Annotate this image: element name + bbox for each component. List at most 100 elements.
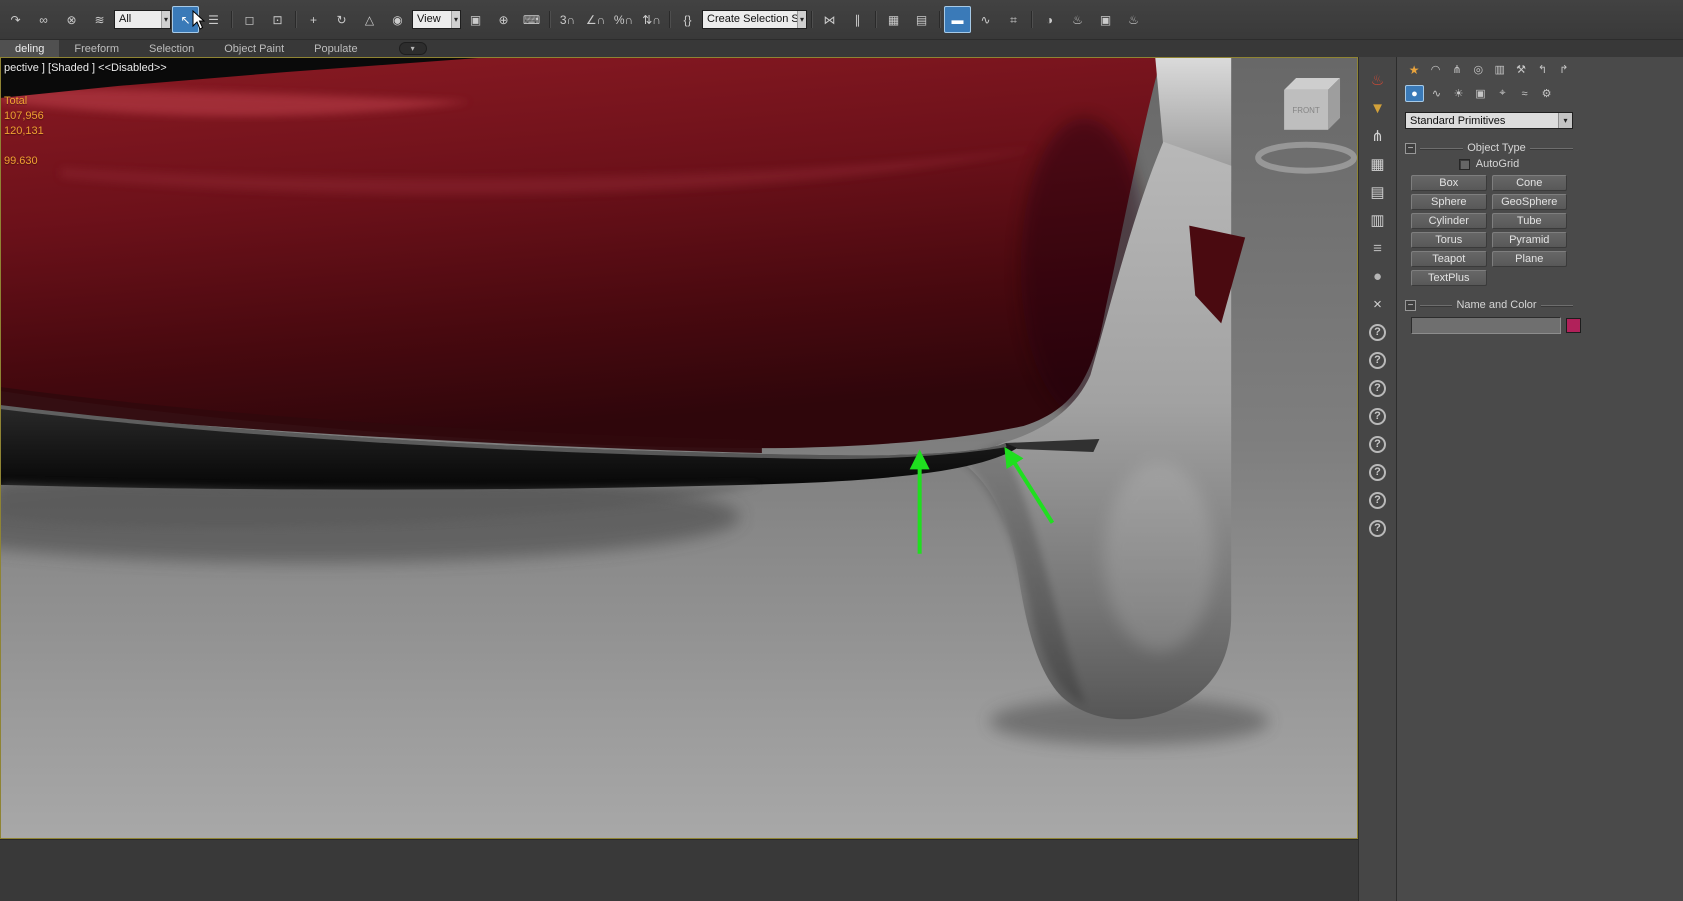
toolbar-item[interactable] bbox=[936, 6, 943, 33]
dock-stack-icon[interactable]: ≡ bbox=[1364, 235, 1392, 261]
dock-layers-icon[interactable]: ▤ bbox=[1364, 179, 1392, 205]
align-icon[interactable]: ∥ bbox=[844, 6, 871, 33]
tab-modeling[interactable]: deling bbox=[0, 40, 60, 57]
unlink-selection-icon[interactable]: ⊗ bbox=[58, 6, 85, 33]
select-and-link-icon[interactable]: ∞ bbox=[30, 6, 57, 33]
keyboard-override-toggle-icon[interactable]: ⌨ bbox=[518, 6, 545, 33]
rollout-object-type[interactable]: − Object Type bbox=[1405, 142, 1573, 154]
selection-region-icon[interactable]: ◻ bbox=[236, 6, 263, 33]
scene-explorer-icon[interactable]: ▦ bbox=[880, 6, 907, 33]
sphere-button[interactable]: Sphere bbox=[1411, 194, 1487, 210]
plane-button[interactable]: Plane bbox=[1491, 251, 1567, 267]
systems-category-icon[interactable]: ⚙ bbox=[1537, 85, 1556, 102]
cone-button[interactable]: Cone bbox=[1491, 175, 1567, 191]
object-name-input[interactable] bbox=[1411, 317, 1561, 334]
dock-help-icon[interactable]: ? bbox=[1364, 431, 1392, 457]
render-production-icon[interactable]: ♨ bbox=[1120, 6, 1147, 33]
helpers-category-icon[interactable]: ⌖ bbox=[1493, 85, 1512, 102]
box-button[interactable]: Box bbox=[1411, 175, 1487, 191]
panel-next-icon[interactable]: ↱ bbox=[1555, 61, 1573, 78]
layer-explorer-icon[interactable]: ▤ bbox=[908, 6, 935, 33]
primitives-dropdown[interactable]: Standard Primitives ▾ bbox=[1405, 112, 1573, 129]
dock-render-icon[interactable]: ♨ bbox=[1364, 67, 1392, 93]
toolbar-item[interactable] bbox=[808, 6, 815, 33]
utilities-tab-icon[interactable]: ⚒ bbox=[1512, 61, 1530, 78]
dock-close-icon[interactable]: × bbox=[1364, 291, 1392, 317]
dock-help-icon[interactable]: ? bbox=[1364, 459, 1392, 485]
select-and-place-icon[interactable]: ◉ bbox=[384, 6, 411, 33]
dock-checker-icon[interactable]: ▦ bbox=[1364, 151, 1392, 177]
modify-tab-icon[interactable]: ◠ bbox=[1426, 61, 1444, 78]
cameras-category-icon[interactable]: ▣ bbox=[1471, 85, 1490, 102]
selection-filter-combo[interactable]: All ▾ bbox=[114, 6, 172, 33]
snaps-toggle-icon[interactable]: 3∩ bbox=[554, 6, 581, 33]
teapot-button[interactable]: Teapot bbox=[1411, 251, 1487, 267]
ribbon-minimize-button[interactable]: ▾ bbox=[398, 42, 427, 55]
toolbar-item[interactable] bbox=[292, 6, 299, 33]
hierarchy-tab-icon[interactable]: ⋔ bbox=[1448, 61, 1466, 78]
dock-help-icon[interactable]: ? bbox=[1364, 375, 1392, 401]
lights-category-icon[interactable]: ☀ bbox=[1449, 85, 1468, 102]
use-pivot-center-icon[interactable]: ▣ bbox=[462, 6, 489, 33]
create-tab-icon[interactable]: ★ bbox=[1405, 61, 1423, 78]
toolbar-item[interactable] bbox=[546, 6, 553, 33]
schematic-view-icon[interactable]: ⌗ bbox=[1000, 6, 1027, 33]
dock-help-icon[interactable]: ? bbox=[1364, 403, 1392, 429]
display-tab-icon[interactable]: ▥ bbox=[1491, 61, 1509, 78]
dock-help-icon[interactable]: ? bbox=[1364, 319, 1392, 345]
viewport-3d-scene[interactable]: FRONT bbox=[1, 58, 1357, 838]
textplus-button[interactable]: TextPlus bbox=[1411, 270, 1487, 286]
material-editor-icon[interactable]: ◑ bbox=[1036, 6, 1063, 33]
dock-help-icon[interactable]: ? bbox=[1364, 487, 1392, 513]
angle-snap-icon[interactable]: ∠∩ bbox=[582, 6, 609, 33]
select-and-move-icon[interactable]: + bbox=[300, 6, 327, 33]
dock-slate-icon[interactable]: ▥ bbox=[1364, 207, 1392, 233]
edit-named-selection-sets-icon[interactable]: {} bbox=[674, 6, 701, 33]
rendered-frame-window-icon[interactable]: ▣ bbox=[1092, 6, 1119, 33]
select-object-button[interactable]: ↖ bbox=[172, 6, 200, 33]
tube-button[interactable]: Tube bbox=[1491, 213, 1567, 229]
mirror-icon[interactable]: ⋈ bbox=[816, 6, 843, 33]
tab-object-paint[interactable]: Object Paint bbox=[209, 40, 299, 57]
toolbar-item[interactable] bbox=[666, 6, 673, 33]
dock-sphere-icon[interactable]: ● bbox=[1364, 263, 1392, 289]
geosphere-button[interactable]: GeoSphere bbox=[1491, 194, 1567, 210]
spinner-snap-icon[interactable]: ⇅∩ bbox=[638, 6, 665, 33]
toolbar-item[interactable] bbox=[872, 6, 879, 33]
select-and-manipulate-icon[interactable]: ⊕ bbox=[490, 6, 517, 33]
toolbar-item[interactable] bbox=[1028, 6, 1035, 33]
dock-bucket-icon[interactable]: ▼ bbox=[1364, 95, 1392, 121]
redo-icon[interactable]: ↷ bbox=[2, 6, 29, 33]
collapse-icon[interactable]: − bbox=[1405, 299, 1416, 311]
pyramid-button[interactable]: Pyramid bbox=[1491, 232, 1567, 248]
dock-graph-icon[interactable]: ⋔ bbox=[1364, 123, 1392, 149]
torus-button[interactable]: Torus bbox=[1411, 232, 1487, 248]
perspective-viewport[interactable]: FRONT pective ] [Shaded ] <<Disabled>> T… bbox=[0, 57, 1358, 839]
named-selection-sets-combo[interactable]: Create Selection Se ▾ bbox=[702, 6, 808, 33]
rollout-name-and-color[interactable]: − Name and Color bbox=[1405, 299, 1573, 311]
viewport-label[interactable]: pective ] [Shaded ] <<Disabled>> bbox=[4, 62, 167, 74]
motion-tab-icon[interactable]: ◎ bbox=[1469, 61, 1487, 78]
dock-help-icon[interactable]: ? bbox=[1364, 347, 1392, 373]
panel-prev-icon[interactable]: ↰ bbox=[1533, 61, 1551, 78]
select-and-rotate-icon[interactable]: ↻ bbox=[328, 6, 355, 33]
geometry-category-icon[interactable]: ● bbox=[1405, 85, 1424, 102]
curve-editor-icon[interactable]: ∿ bbox=[972, 6, 999, 33]
space-warps-category-icon[interactable]: ≈ bbox=[1515, 85, 1534, 102]
select-and-scale-icon[interactable]: △ bbox=[356, 6, 383, 33]
object-color-swatch[interactable] bbox=[1566, 318, 1581, 333]
tab-freeform[interactable]: Freeform bbox=[59, 40, 134, 57]
reference-coordinate-system-combo[interactable]: View ▾ bbox=[412, 6, 462, 33]
percent-snap-icon[interactable]: %∩ bbox=[610, 6, 637, 33]
tab-populate[interactable]: Populate bbox=[299, 40, 372, 57]
cylinder-button[interactable]: Cylinder bbox=[1411, 213, 1487, 229]
bind-to-space-warp-icon[interactable]: ≋ bbox=[86, 6, 113, 33]
shapes-category-icon[interactable]: ∿ bbox=[1427, 85, 1446, 102]
select-by-name-icon[interactable]: ☰ bbox=[200, 6, 227, 33]
window-crossing-icon[interactable]: ⊡ bbox=[264, 6, 291, 33]
toolbar-item[interactable] bbox=[228, 6, 235, 33]
autogrid-checkbox[interactable] bbox=[1458, 158, 1470, 170]
tab-selection[interactable]: Selection bbox=[134, 40, 209, 57]
toggle-ribbon-icon[interactable]: ▬ bbox=[944, 6, 972, 33]
dock-help-icon[interactable]: ? bbox=[1364, 515, 1392, 541]
